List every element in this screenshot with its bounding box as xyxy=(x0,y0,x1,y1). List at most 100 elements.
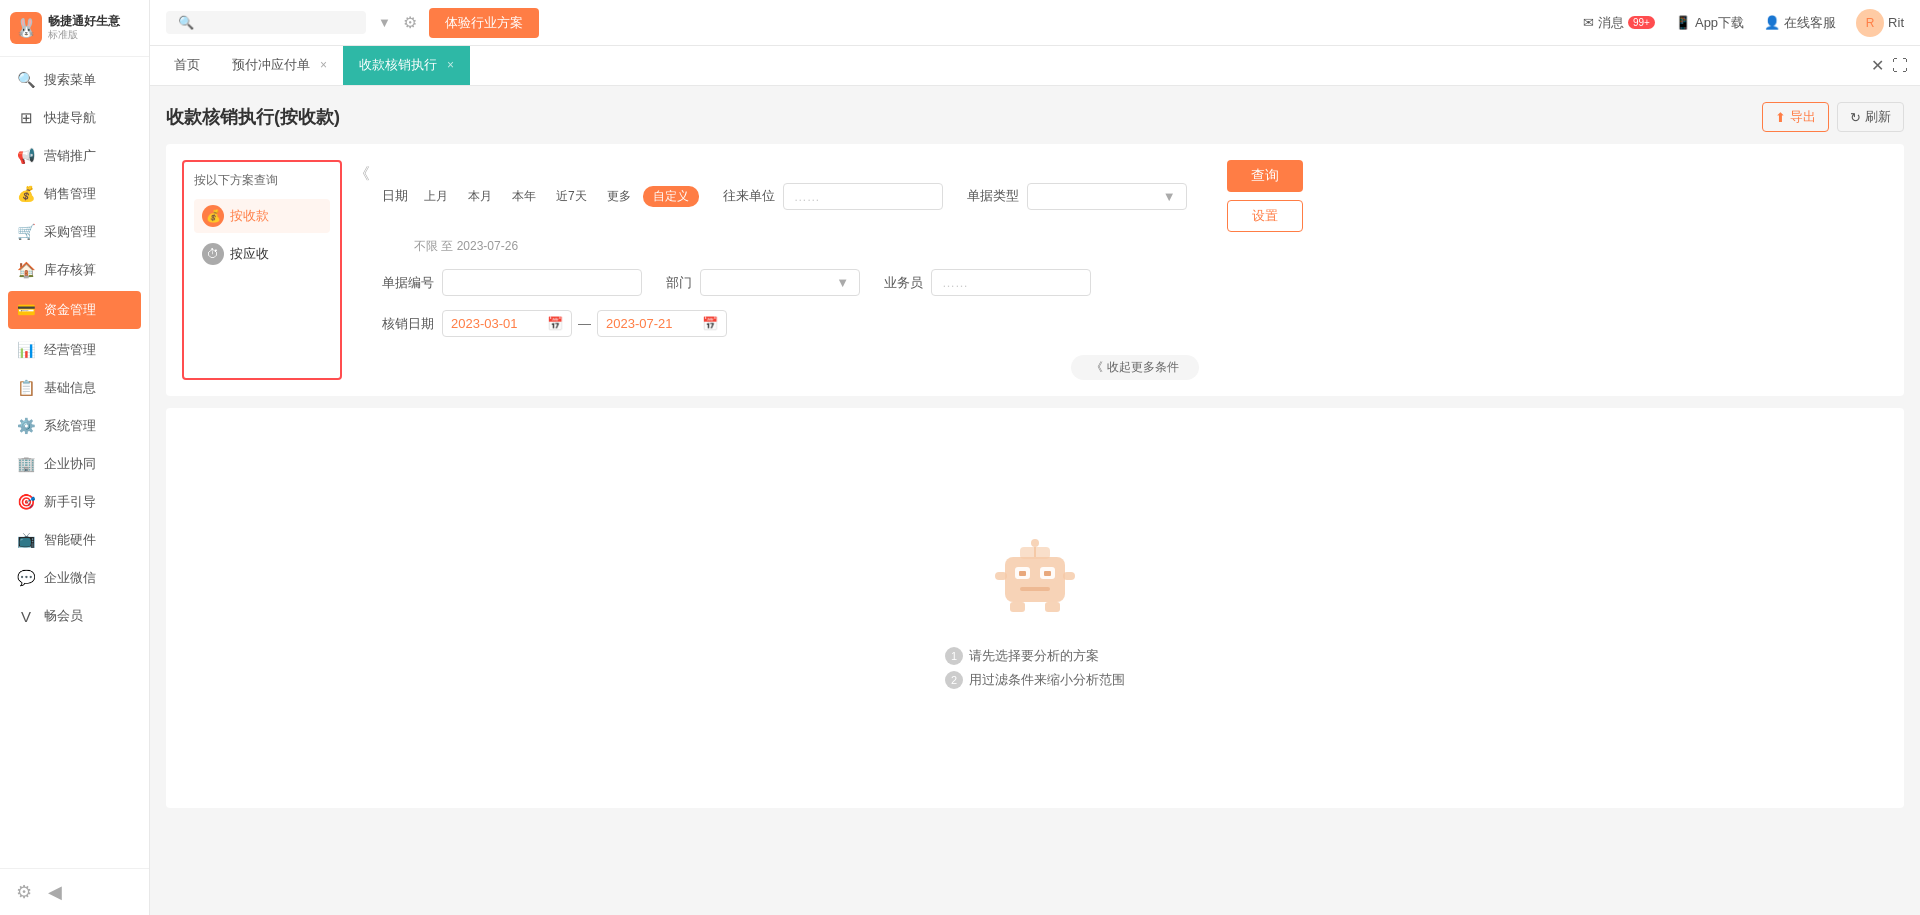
page-header: 收款核销执行(按收款) ⬆ 导出 ↻ 刷新 xyxy=(166,102,1904,132)
export-icon: ⬆ xyxy=(1775,110,1786,125)
department-group: 部门 ▼ xyxy=(666,269,860,296)
user-area[interactable]: R Rit xyxy=(1856,9,1904,37)
quick-nav-icon: ⊞ xyxy=(16,109,36,127)
query-button[interactable]: 查询 xyxy=(1227,160,1303,192)
department-select[interactable]: ▼ xyxy=(700,269,860,296)
online-service-label: 在线客服 xyxy=(1784,14,1836,32)
tab-expand-button[interactable]: ⛶ xyxy=(1892,57,1908,75)
empty-tips: 1 请先选择要分析的方案 2 用过滤条件来缩小分析范围 xyxy=(945,647,1125,689)
page-title: 收款核销执行(按收款) xyxy=(166,105,340,129)
marketing-icon: 📢 xyxy=(16,147,36,165)
date-label: 日期 xyxy=(382,187,408,205)
logo-icon: 🐰 xyxy=(10,12,42,44)
header-right: ✉ 消息 99+ 📱 App下载 👤 在线客服 R Rit xyxy=(1583,9,1904,37)
tab-receivable[interactable]: 收款核销执行 × xyxy=(343,46,470,85)
filter-query-title: 按以下方案查询 xyxy=(194,172,330,189)
date-separator: — xyxy=(578,316,591,331)
message-icon: ✉ xyxy=(1583,15,1594,30)
collapse-sidebar-icon[interactable]: ◀ xyxy=(48,881,62,903)
guide-icon: 🎯 xyxy=(16,493,36,511)
export-button[interactable]: ⬆ 导出 xyxy=(1762,102,1829,132)
empty-tip-2: 2 用过滤条件来缩小分析范围 xyxy=(945,671,1125,689)
sidebar-item-purchase[interactable]: 🛒 采购管理 xyxy=(0,213,149,251)
collapse-more-button[interactable]: 《 收起更多条件 xyxy=(1071,355,1199,380)
document-type-select[interactable]: ▼ xyxy=(1027,183,1187,210)
sidebar-item-marketing[interactable]: 📢 营销推广 xyxy=(0,137,149,175)
sidebar-item-enterprise[interactable]: 🏢 企业协同 xyxy=(0,445,149,483)
counterparty-label: 往来单位 xyxy=(723,187,775,205)
settings-icon[interactable]: ⚙ xyxy=(16,881,32,903)
refresh-icon: ↻ xyxy=(1850,110,1861,125)
department-label: 部门 xyxy=(666,274,692,292)
inventory-icon: 🏠 xyxy=(16,261,36,279)
message-label: 消息 xyxy=(1598,14,1624,32)
dropdown-icon[interactable]: ▼ xyxy=(378,15,391,30)
sidebar-item-search[interactable]: 🔍 搜索菜单 xyxy=(0,61,149,99)
online-service-item[interactable]: 👤 在线客服 xyxy=(1764,14,1836,32)
verification-date-end[interactable]: 2023-07-21 📅 xyxy=(597,310,727,337)
sidebar-item-basic[interactable]: 📋 基础信息 xyxy=(0,369,149,407)
message-item[interactable]: ✉ 消息 99+ xyxy=(1583,14,1655,32)
sidebar-item-wechat[interactable]: 💬 企业微信 xyxy=(0,559,149,597)
svg-rect-0 xyxy=(1005,557,1065,602)
date-sublabel: 不限 至 2023-07-26 xyxy=(414,238,1888,255)
service-icon: 👤 xyxy=(1764,15,1780,30)
header-left: 🔍 ▼ ⚙ 体验行业方案 xyxy=(166,8,539,38)
empty-robot-illustration xyxy=(985,527,1085,627)
empty-state: 1 请先选择要分析的方案 2 用过滤条件来缩小分析范围 xyxy=(945,467,1125,749)
logo-sub-text: 标准版 xyxy=(48,28,120,42)
sidebar-item-quick-nav[interactable]: ⊞ 快捷导航 xyxy=(0,99,149,137)
calendar-end-icon: 📅 xyxy=(702,316,718,331)
tab-receivable-close[interactable]: × xyxy=(447,58,454,72)
sidebar-item-system[interactable]: ⚙️ 系统管理 xyxy=(0,407,149,445)
sidebar-item-label-purchase: 采购管理 xyxy=(44,223,96,241)
solution-button[interactable]: 体验行业方案 xyxy=(429,8,539,38)
sidebar-item-operation[interactable]: 📊 经营管理 xyxy=(0,331,149,369)
sidebar-item-hardware[interactable]: 📺 智能硬件 xyxy=(0,521,149,559)
wechat-icon: 💬 xyxy=(16,569,36,587)
sidebar-item-inventory[interactable]: 🏠 库存核算 xyxy=(0,251,149,289)
sidebar-item-member[interactable]: V 畅会员 xyxy=(0,597,149,635)
date-custom[interactable]: 自定义 xyxy=(643,186,699,207)
tip-num-2: 2 xyxy=(945,671,963,689)
verification-date-start[interactable]: 2023-03-01 📅 xyxy=(442,310,572,337)
sidebar-item-label-member: 畅会员 xyxy=(44,607,83,625)
collapse-filter-left-button[interactable]: 《 xyxy=(354,164,370,185)
salesperson-select[interactable]: …… xyxy=(931,269,1091,296)
salesperson-group: 业务员 …… xyxy=(884,269,1091,296)
tab-close-all-button[interactable]: ✕ xyxy=(1871,56,1884,75)
date-more[interactable]: 更多 xyxy=(599,186,639,207)
sidebar-item-finance[interactable]: 💳 资金管理 xyxy=(8,291,141,329)
filter-by-receipt[interactable]: 💰 按收款 xyxy=(194,199,330,233)
date-shortcuts: 上月 本月 本年 近7天 更多 自定义 xyxy=(416,186,699,207)
setting-button[interactable]: 设置 xyxy=(1227,200,1303,232)
sidebar-item-label-quick-nav: 快捷导航 xyxy=(44,109,96,127)
gear-icon[interactable]: ⚙ xyxy=(403,13,417,32)
sidebar-item-label-system: 系统管理 xyxy=(44,417,96,435)
svg-rect-9 xyxy=(1063,572,1075,580)
header-search-area[interactable]: 🔍 xyxy=(166,11,366,34)
calendar-start-icon: 📅 xyxy=(547,316,563,331)
date-this-year[interactable]: 本年 xyxy=(504,186,544,207)
tab-prepay[interactable]: 预付冲应付单 × xyxy=(216,46,343,85)
date-last-7-days[interactable]: 近7天 xyxy=(548,186,595,207)
date-last-month[interactable]: 上月 xyxy=(416,186,456,207)
tab-home[interactable]: 首页 xyxy=(158,46,216,85)
app-download-item[interactable]: 📱 App下载 xyxy=(1675,14,1744,32)
refresh-button[interactable]: ↻ 刷新 xyxy=(1837,102,1904,132)
document-number-group: 单据编号 xyxy=(382,269,642,296)
sidebar-item-sales[interactable]: 💰 销售管理 xyxy=(0,175,149,213)
user-avatar: R xyxy=(1856,9,1884,37)
sidebar-item-guide[interactable]: 🎯 新手引导 xyxy=(0,483,149,521)
counterparty-group: 往来单位 …… xyxy=(723,183,943,210)
counterparty-select[interactable]: …… xyxy=(783,183,943,210)
filter-by-receivable[interactable]: ⏱ 按应收 xyxy=(194,237,330,271)
page-actions: ⬆ 导出 ↻ 刷新 xyxy=(1762,102,1904,132)
date-this-month[interactable]: 本月 xyxy=(460,186,500,207)
tab-prepay-close[interactable]: × xyxy=(320,58,327,72)
filter-fields: 日期 上月 本月 本年 近7天 更多 自定义 往来单位 … xyxy=(382,160,1888,380)
message-badge: 99+ xyxy=(1628,16,1655,29)
sidebar-item-label-enterprise: 企业协同 xyxy=(44,455,96,473)
document-number-input[interactable] xyxy=(442,269,642,296)
dept-dropdown-arrow: ▼ xyxy=(836,275,849,290)
